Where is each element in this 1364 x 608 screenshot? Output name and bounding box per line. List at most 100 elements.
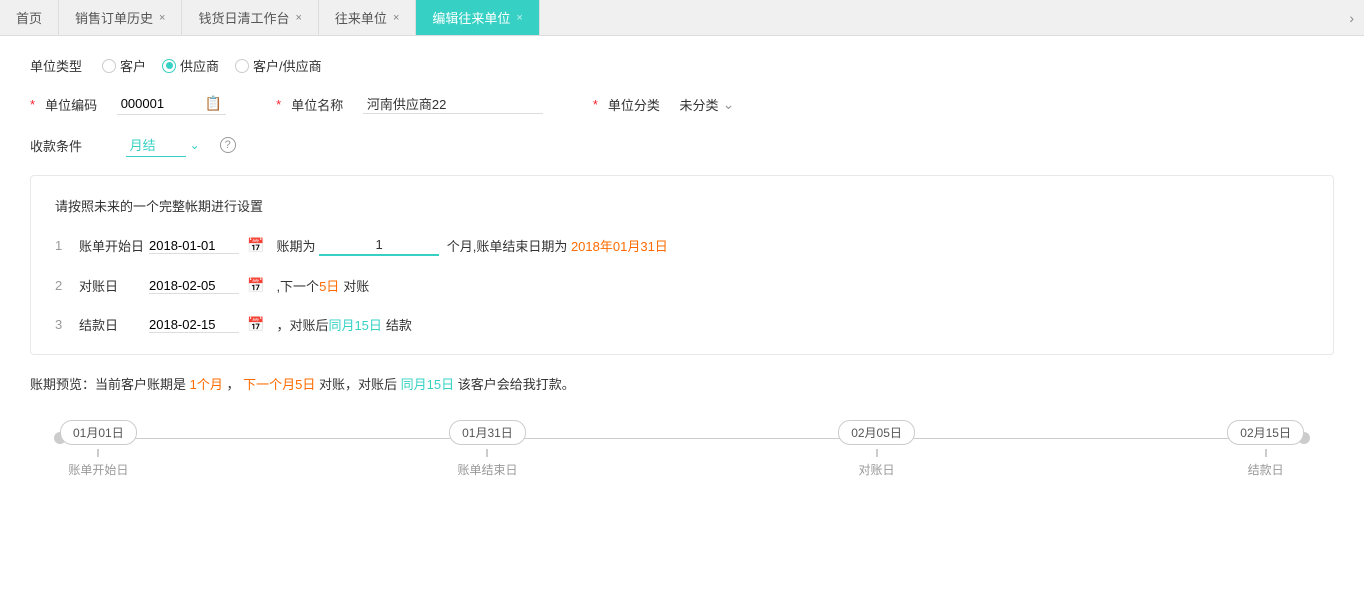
unit-code-group: * 单位编码 📋 <box>30 93 226 115</box>
row-2-label: 对账日 <box>79 276 149 295</box>
timeline-points: 01月01日 账单开始日 01月31日 账单结束日 02月05日 对账日 02月… <box>60 420 1304 478</box>
timeline-badge-3: 02月05日 <box>838 420 915 445</box>
help-icon[interactable]: ? <box>220 137 236 153</box>
row-1-highlight: 2018年01月31日 <box>571 236 668 255</box>
settings-row-3: 3 结款日 📅 ，对账后 同月15日 结款 <box>55 315 1309 334</box>
settings-box: 请按照未来的一个完整帐期进行设置 1 账单开始日 📅 账期为 个月,账单结束日期… <box>30 175 1334 355</box>
timeline-tick-1 <box>97 449 99 457</box>
radio-group: 客户 供应商 客户/供应商 <box>102 56 322 75</box>
timeline-section: 01月01日 账单开始日 01月31日 账单结束日 02月05日 对账日 02月… <box>30 420 1334 478</box>
row-1-period-input[interactable] <box>319 235 439 256</box>
tab-sales-history-label: 销售订单历史 <box>75 8 153 27</box>
row-2-desc-prefix: ,下一个 <box>276 276 319 295</box>
unit-code-icon[interactable]: 📋 <box>205 95 222 112</box>
timeline-tick-3 <box>876 449 878 457</box>
tab-cash-work[interactable]: 钱货日清工作台 × <box>182 0 318 35</box>
row-3-label: 结款日 <box>79 315 149 334</box>
unit-category-group: * 单位分类 未分类 ⌄ <box>593 95 734 114</box>
settings-row-1: 1 账单开始日 📅 账期为 个月,账单结束日期为 2018年01月31日 <box>55 235 1309 256</box>
unit-category-star: * <box>593 97 598 112</box>
tab-partner-label: 往来单位 <box>335 8 387 27</box>
unit-name-group: * 单位名称 <box>276 94 543 114</box>
row-3-desc-prefix: ，对账后 <box>276 315 328 334</box>
unit-category-select[interactable]: 未分类 ⌄ <box>680 95 735 114</box>
timeline-label-4: 结款日 <box>1248 461 1284 478</box>
main-content: 单位类型 客户 供应商 客户/供应商 * 单位编码 📋 <box>0 36 1364 608</box>
unit-category-arrow[interactable]: ⌄ <box>723 96 735 113</box>
unit-type-row: 单位类型 客户 供应商 客户/供应商 <box>30 56 1334 75</box>
row-2-date-input[interactable] <box>149 278 239 294</box>
timeline-point-2: 01月31日 账单结束日 <box>449 420 526 478</box>
tab-cash-work-close[interactable]: × <box>295 12 301 24</box>
timeline-label-2: 账单结束日 <box>457 461 517 478</box>
payment-terms-label: 收款条件 <box>30 136 82 155</box>
row-1-desc-suffix: 个月,账单结束日期为 <box>447 236 568 255</box>
timeline-label-3: 对账日 <box>859 461 895 478</box>
unit-code-label: 单位编码 <box>45 95 97 114</box>
row-2-number: 2 <box>55 278 79 293</box>
unit-category-value: 未分类 <box>680 95 719 114</box>
tab-edit-partner-label: 编辑往来单位 <box>432 8 510 27</box>
row-3-date: 📅 <box>149 316 264 333</box>
timeline-badge-4: 02月15日 <box>1227 420 1304 445</box>
tab-arrow[interactable]: › <box>1339 10 1364 26</box>
unit-code-input[interactable] <box>121 96 201 111</box>
preview-suffix: 该客户会给我打款。 <box>458 377 575 392</box>
row-1-number: 1 <box>55 238 79 253</box>
tab-home[interactable]: 首页 <box>0 0 59 35</box>
timeline-badge-1: 01月01日 <box>60 420 137 445</box>
unit-info-row: * 单位编码 📋 * 单位名称 * 单位分类 未分类 ⌄ <box>30 93 1334 115</box>
tab-edit-partner-close[interactable]: × <box>516 12 522 24</box>
tab-partner-close[interactable]: × <box>393 12 399 24</box>
tab-sales-history[interactable]: 销售订单历史 × <box>59 0 182 35</box>
row-3-date-input[interactable] <box>149 317 239 333</box>
timeline-label-1: 账单开始日 <box>68 461 128 478</box>
preview-part2: 下一个月5日 <box>243 377 315 392</box>
row-2-calendar-icon[interactable]: 📅 <box>247 277 264 294</box>
payment-terms-value: 月结 <box>126 133 186 157</box>
row-1-date: 📅 <box>149 237 264 254</box>
radio-customer-label: 客户 <box>120 56 146 75</box>
unit-type-label: 单位类型 <box>30 56 82 75</box>
row-3-desc-suffix: 结款 <box>386 315 412 334</box>
preview-section: 账期预览：当前客户账期是 1个月 ， 下一个月5日 对账，对账后 同月15日 该… <box>30 373 1334 396</box>
radio-supplier[interactable]: 供应商 <box>162 56 219 75</box>
radio-customer[interactable]: 客户 <box>102 56 146 75</box>
row-3-highlight: 同月15日 <box>328 315 381 334</box>
row-3-calendar-icon[interactable]: 📅 <box>247 316 264 333</box>
preview-comma1: ， <box>227 377 240 392</box>
row-1-label: 账单开始日 <box>79 236 149 255</box>
tab-sales-history-close[interactable]: × <box>159 12 165 24</box>
tab-home-label: 首页 <box>16 8 42 27</box>
radio-supplier-label: 供应商 <box>180 56 219 75</box>
settings-title: 请按照未来的一个完整帐期进行设置 <box>55 196 1309 215</box>
tab-partner[interactable]: 往来单位 × <box>319 0 416 35</box>
radio-customer-circle <box>102 59 116 73</box>
radio-both-circle <box>235 59 249 73</box>
payment-terms-dropdown[interactable]: 月结 ⌄ <box>126 133 200 157</box>
unit-name-star: * <box>276 97 281 112</box>
payment-terms-dropdown-arrow[interactable]: ⌄ <box>190 138 200 152</box>
radio-supplier-circle <box>162 59 176 73</box>
radio-both[interactable]: 客户/供应商 <box>235 56 322 75</box>
unit-name-label: 单位名称 <box>291 95 343 114</box>
row-2-date: 📅 <box>149 277 264 294</box>
preview-part1: 1个月 <box>190 377 223 392</box>
payment-terms-row: 收款条件 月结 ⌄ ? <box>30 133 1334 157</box>
preview-middle: 对账，对账后 <box>319 377 397 392</box>
tab-edit-partner[interactable]: 编辑往来单位 × <box>416 0 539 35</box>
preview-prefix: 账期预览：当前客户账期是 <box>30 377 186 392</box>
timeline-tick-4 <box>1265 449 1267 457</box>
unit-name-input[interactable] <box>363 94 543 114</box>
settings-row-2: 2 对账日 📅 ,下一个 5日 对账 <box>55 276 1309 295</box>
row-1-date-input[interactable] <box>149 238 239 254</box>
timeline-badge-2: 01月31日 <box>449 420 526 445</box>
timeline-point-4: 02月15日 结款日 <box>1227 420 1304 478</box>
unit-code-input-wrap[interactable]: 📋 <box>117 93 226 115</box>
timeline-tick-2 <box>486 449 488 457</box>
row-1-desc-prefix: 账期为 <box>276 236 315 255</box>
row-2-highlight: 5日 <box>319 276 339 295</box>
row-1-calendar-icon[interactable]: 📅 <box>247 237 264 254</box>
tab-bar: 首页 销售订单历史 × 钱货日清工作台 × 往来单位 × 编辑往来单位 × › <box>0 0 1364 36</box>
tab-cash-work-label: 钱货日清工作台 <box>198 8 289 27</box>
